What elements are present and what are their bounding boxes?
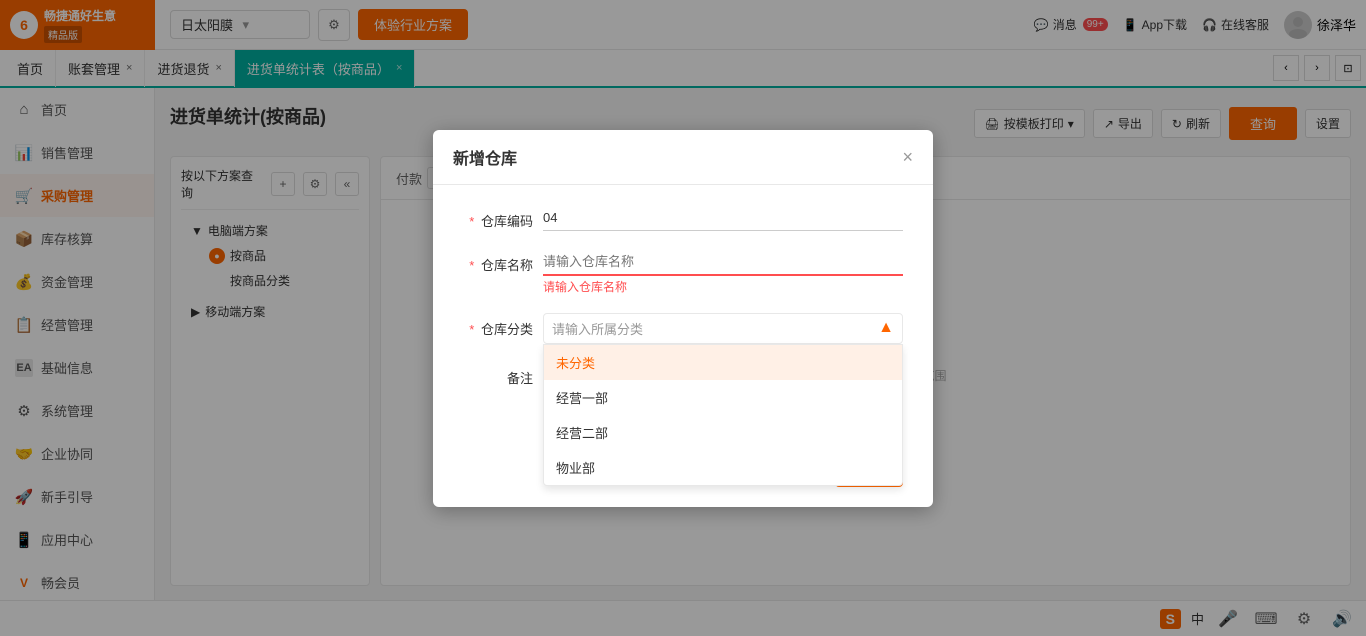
warehouse-name-row: * 仓库名称 请输入仓库名称 [463, 249, 903, 295]
category-option-unclassified[interactable]: 未分类 [544, 345, 902, 380]
warehouse-code-row: * 仓库编码 [463, 205, 903, 231]
dropdown-arrow-icon: ▲ [878, 319, 894, 337]
warehouse-remark-label: 备注 [463, 362, 543, 387]
category-option-dept1[interactable]: 经营一部 [544, 380, 902, 415]
category-option-property[interactable]: 物业部 [544, 450, 902, 485]
warehouse-code-input[interactable] [543, 205, 903, 231]
modal-overlay[interactable]: 新增仓库 × * 仓库编码 * 仓库名称 请输入仓库名称 [0, 0, 1366, 636]
warehouse-name-label: * 仓库名称 [463, 249, 543, 274]
modal-new-warehouse: 新增仓库 × * 仓库编码 * 仓库名称 请输入仓库名称 [433, 130, 933, 507]
warehouse-name-error: 请输入仓库名称 [543, 278, 903, 295]
warehouse-code-label: * 仓库编码 [463, 205, 543, 230]
warehouse-category-dropdown[interactable]: 请输入所属分类 ▲ [543, 313, 903, 344]
warehouse-name-field: 请输入仓库名称 [543, 249, 903, 295]
category-dropdown-list: 未分类 经营一部 经营二部 物业部 [543, 344, 903, 486]
warehouse-category-row: * 仓库分类 请输入所属分类 ▲ 未分类 经营一部 经营二部 物业部 [463, 313, 903, 344]
modal-header: 新增仓库 × [433, 130, 933, 185]
modal-close-button[interactable]: × [902, 148, 913, 166]
warehouse-category-field: 请输入所属分类 ▲ 未分类 经营一部 经营二部 物业部 [543, 313, 903, 344]
category-option-dept2[interactable]: 经营二部 [544, 415, 902, 450]
warehouse-name-input[interactable] [543, 249, 903, 276]
warehouse-category-label: * 仓库分类 [463, 313, 543, 338]
category-placeholder: 请输入所属分类 [552, 319, 643, 338]
modal-title: 新增仓库 [453, 145, 517, 169]
modal-body: * 仓库编码 * 仓库名称 请输入仓库名称 * [433, 185, 933, 440]
